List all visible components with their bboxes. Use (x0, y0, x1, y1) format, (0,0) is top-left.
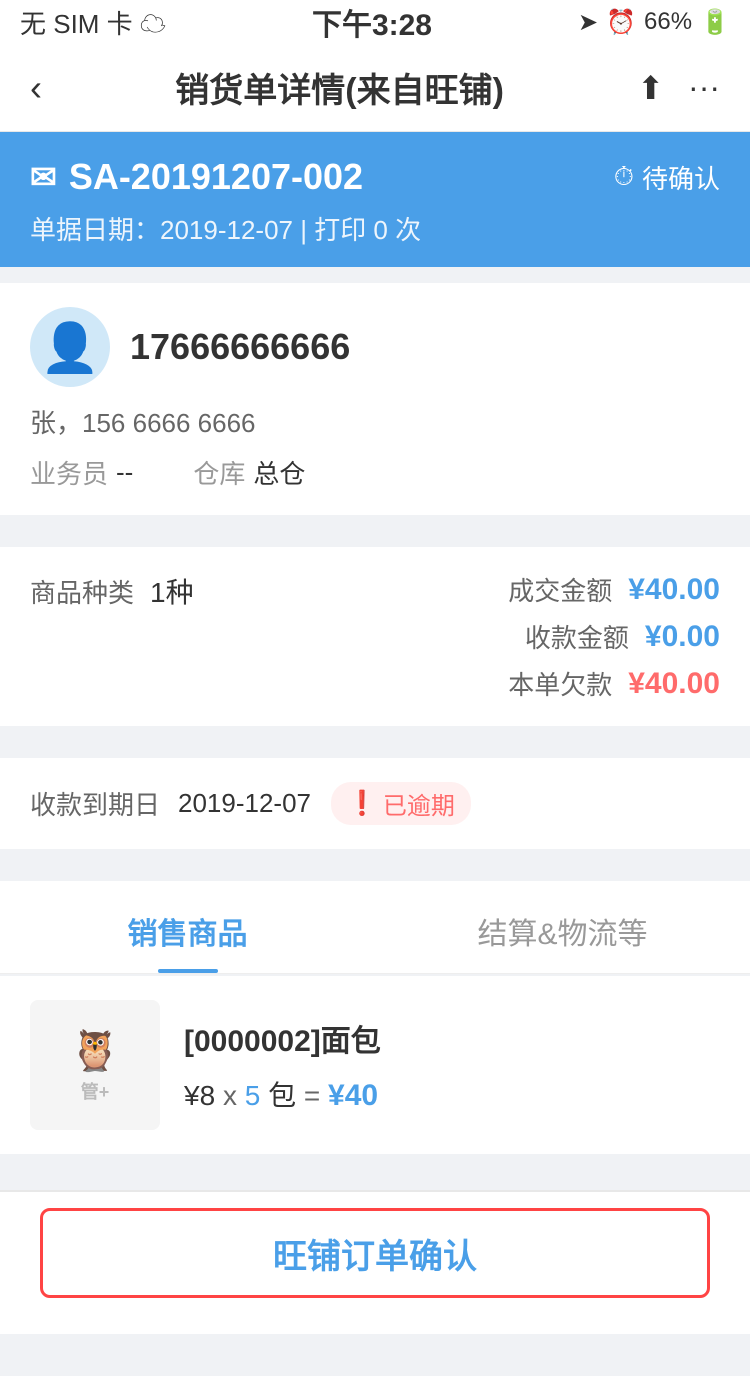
warehouse-value: 总仓 (253, 454, 305, 491)
status-left: 无 SIM 卡 ☁ (20, 4, 166, 41)
customer-meta: 业务员 -- 仓库 总仓 (30, 454, 720, 491)
salesperson-value: -- (116, 457, 133, 488)
tabs-container: 销售商品 结算&物流等 (0, 881, 750, 974)
nav-bar: ‹ 销货单详情(来自旺铺) ⬆ ··· (0, 44, 750, 132)
avatar-icon: 👤 (40, 319, 100, 376)
divider-3 (0, 865, 750, 881)
salesperson-item: 业务员 -- (30, 454, 133, 491)
customer-avatar: 👤 (30, 307, 110, 387)
order-icon: ✉ (30, 158, 57, 196)
overdue-label: 已逾期 (383, 786, 455, 821)
status-clock-icon: ⏱ (614, 161, 634, 193)
amounts-section: 成交金额 ¥40.00 收款金额 ¥0.00 本单欠款 ¥40.00 (508, 571, 720, 702)
received-amount-label: 收款金额 (525, 618, 629, 655)
overdue-badge: ❗ 已逾期 (331, 782, 471, 825)
battery-level: 66% (644, 8, 692, 36)
status-bar: 无 SIM 卡 ☁ 下午3:28 ➤ ⏰ 66% 🔋 (0, 0, 750, 44)
warehouse-label: 仓库 (193, 454, 245, 491)
nav-right-icons: ⬆ ··· (637, 69, 720, 107)
product-type-section: 商品种类 1种 (30, 571, 194, 611)
salesperson-label: 业务员 (30, 454, 108, 491)
owed-amount-value: ¥40.00 (628, 667, 720, 701)
sim-status: 无 SIM 卡 ☁ (20, 4, 166, 41)
product-quantity: 5 (245, 1080, 261, 1111)
due-date-label: 收款到期日 (30, 785, 160, 822)
deal-amount-label: 成交金额 (508, 571, 612, 608)
warehouse-item: 仓库 总仓 (193, 454, 305, 491)
deal-amount-value: ¥40.00 (628, 573, 720, 607)
owed-amount-label: 本单欠款 (508, 665, 612, 702)
location-icon: ➤ (578, 8, 598, 37)
product-type-label: 商品种类 (30, 573, 134, 610)
product-plus-label: 管+ (81, 1078, 110, 1104)
more-button[interactable]: ··· (688, 69, 720, 106)
tab-settlement[interactable]: 结算&物流等 (375, 881, 750, 973)
product-name: [0000002]面包 (184, 1016, 720, 1060)
confirm-btn-container: 旺铺订单确认 (0, 1190, 750, 1334)
confirm-order-button[interactable]: 旺铺订单确认 (40, 1208, 710, 1298)
customer-card: 👤 17666666666 张，156 6666 6666 业务员 -- 仓库 … (0, 283, 750, 515)
product-unit: 包 (268, 1080, 296, 1111)
product-card: 🦉 管+ [0000002]面包 ¥8 x 5 包 = ¥40 (0, 976, 750, 1154)
divider-2 (0, 742, 750, 758)
divider-1 (0, 531, 750, 547)
due-date-value: 2019-12-07 (178, 788, 311, 819)
product-owl-icon: 🦉 (70, 1027, 120, 1074)
product-info: [0000002]面包 ¥8 x 5 包 = ¥40 (184, 1016, 720, 1114)
status-time: 下午3:28 (312, 0, 432, 44)
alarm-icon: ⏰ (606, 8, 636, 37)
product-price-row: ¥8 x 5 包 = ¥40 (184, 1074, 720, 1114)
share-button[interactable]: ⬆ (637, 69, 664, 107)
product-total: ¥40 (328, 1079, 378, 1112)
overdue-icon: ❗ (347, 789, 377, 818)
tab-products[interactable]: 销售商品 (0, 881, 375, 973)
due-date-card: 收款到期日 2019-12-07 ❗ 已逾期 (0, 758, 750, 849)
order-status: ⏱ 待确认 (614, 159, 720, 196)
product-type-value: 1种 (150, 571, 194, 611)
deal-amount-row: 成交金额 ¥40.00 (508, 571, 720, 608)
customer-info: 张，156 6666 6666 (30, 403, 720, 440)
product-price-unit: ¥8 (184, 1080, 215, 1111)
received-amount-value: ¥0.00 (645, 620, 720, 654)
customer-phone: 17666666666 (130, 326, 350, 368)
back-button[interactable]: ‹ (30, 67, 42, 109)
received-amount-row: 收款金额 ¥0.00 (525, 618, 720, 655)
summary-card: 商品种类 1种 成交金额 ¥40.00 收款金额 ¥0.00 本单欠款 ¥40.… (0, 547, 750, 726)
status-right: ➤ ⏰ 66% 🔋 (578, 8, 730, 37)
battery-icon: 🔋 (700, 8, 730, 37)
page-title: 销货单详情(来自旺铺) (175, 63, 504, 112)
order-header-card: ✉ SA-20191207-002 ⏱ 待确认 单据日期：2019-12-07 … (0, 132, 750, 267)
product-thumbnail: 🦉 管+ (30, 1000, 160, 1130)
order-number: ✉ SA-20191207-002 (30, 156, 363, 198)
owed-amount-row: 本单欠款 ¥40.00 (508, 665, 720, 702)
order-date: 单据日期：2019-12-07 | 打印 0 次 (30, 210, 720, 247)
